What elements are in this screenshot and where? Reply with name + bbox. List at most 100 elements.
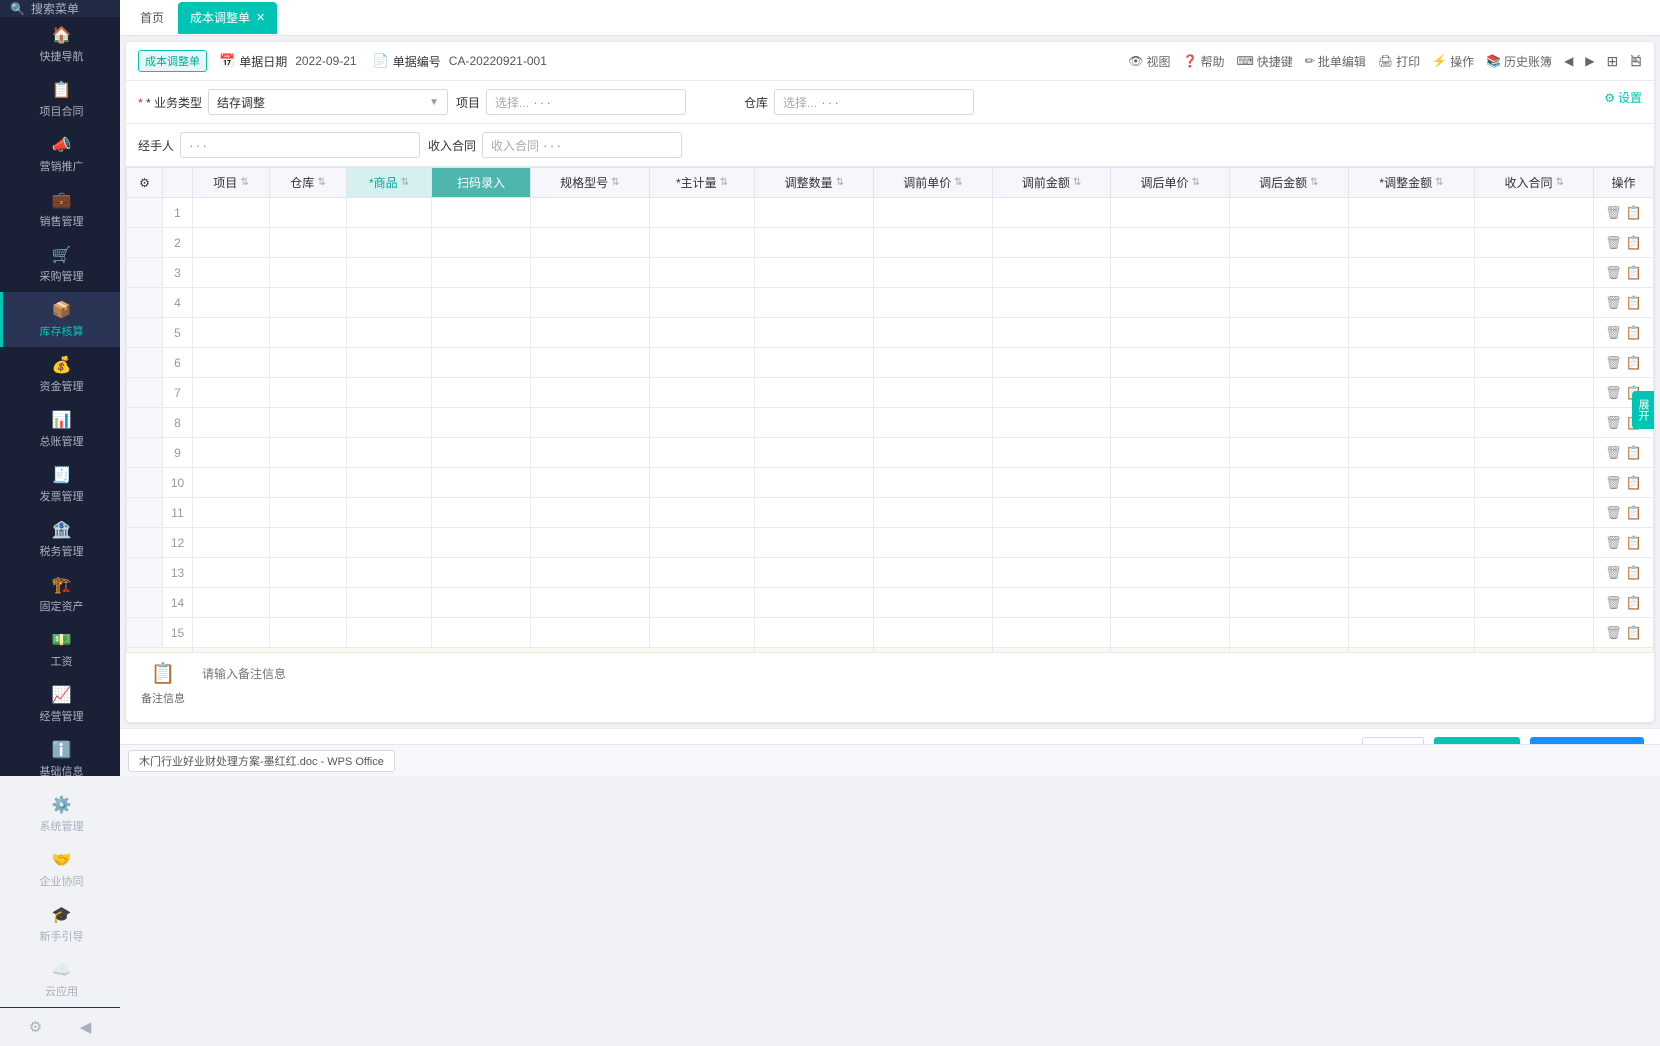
row-settings-13[interactable] bbox=[127, 558, 163, 588]
row-adj-amount-5[interactable] bbox=[1348, 318, 1475, 348]
row-adj-qty-3[interactable] bbox=[755, 258, 874, 288]
project-input[interactable]: 选择... ··· bbox=[486, 89, 686, 115]
row-spec-7[interactable] bbox=[530, 378, 649, 408]
row-warehouse-2[interactable] bbox=[270, 228, 347, 258]
row-after-unit-7[interactable] bbox=[1111, 378, 1230, 408]
row-delete-12[interactable]: 🗑 bbox=[1605, 535, 1622, 551]
row-after-unit-5[interactable] bbox=[1111, 318, 1230, 348]
sidebar-item-ops-mgmt[interactable]: 📈经营管理 bbox=[0, 677, 120, 732]
row-after-amount-14[interactable] bbox=[1229, 588, 1348, 618]
row-project-4[interactable] bbox=[193, 288, 270, 318]
row-income-13[interactable] bbox=[1475, 558, 1594, 588]
row-unit-7[interactable] bbox=[649, 378, 755, 408]
row-settings-1[interactable] bbox=[127, 198, 163, 228]
row-warehouse-15[interactable] bbox=[270, 618, 347, 648]
row-after-unit-4[interactable] bbox=[1111, 288, 1230, 318]
row-settings-11[interactable] bbox=[127, 498, 163, 528]
row-before-amount-3[interactable] bbox=[992, 258, 1111, 288]
row-delete-13[interactable]: 🗑 bbox=[1605, 565, 1622, 581]
row-adj-amount-14[interactable] bbox=[1348, 588, 1475, 618]
sort-before-unit[interactable]: ⇅ bbox=[954, 177, 962, 188]
row-after-unit-10[interactable] bbox=[1111, 468, 1230, 498]
expand-view[interactable]: ⊞ bbox=[1607, 53, 1619, 70]
row-scan-3[interactable] bbox=[432, 258, 531, 288]
row-before-unit-11[interactable] bbox=[874, 498, 993, 528]
row-copy-11[interactable]: 📋 bbox=[1626, 505, 1642, 521]
row-copy-5[interactable]: 📋 bbox=[1626, 325, 1642, 341]
row-project-12[interactable] bbox=[193, 528, 270, 558]
row-after-amount-3[interactable] bbox=[1229, 258, 1348, 288]
row-adj-amount-12[interactable] bbox=[1348, 528, 1475, 558]
row-after-amount-1[interactable] bbox=[1229, 198, 1348, 228]
row-delete-14[interactable]: 🗑 bbox=[1605, 595, 1622, 611]
row-adj-qty-1[interactable] bbox=[755, 198, 874, 228]
row-adj-qty-2[interactable] bbox=[755, 228, 874, 258]
row-scan-10[interactable] bbox=[432, 468, 531, 498]
row-delete-9[interactable]: 🗑 bbox=[1605, 445, 1622, 461]
row-adj-amount-11[interactable] bbox=[1348, 498, 1475, 528]
row-project-7[interactable] bbox=[193, 378, 270, 408]
sort-income[interactable]: ⇅ bbox=[1555, 177, 1563, 188]
row-settings-15[interactable] bbox=[127, 618, 163, 648]
row-copy-2[interactable]: 📋 bbox=[1626, 235, 1642, 251]
row-project-6[interactable] bbox=[193, 348, 270, 378]
row-delete-4[interactable]: 🗑 bbox=[1605, 295, 1622, 311]
row-before-amount-5[interactable] bbox=[992, 318, 1111, 348]
row-copy-9[interactable]: 📋 bbox=[1626, 445, 1642, 461]
row-goods-14[interactable] bbox=[347, 588, 432, 618]
col-spec[interactable]: 规格型号 ⇅ bbox=[530, 168, 649, 198]
row-project-8[interactable] bbox=[193, 408, 270, 438]
row-spec-12[interactable] bbox=[530, 528, 649, 558]
row-adj-amount-10[interactable] bbox=[1348, 468, 1475, 498]
col-adj-amount[interactable]: *调整金额 ⇅ bbox=[1348, 168, 1475, 198]
settings-icon[interactable]: ⚙ bbox=[29, 1018, 42, 1036]
row-income-5[interactable] bbox=[1475, 318, 1594, 348]
row-before-unit-2[interactable] bbox=[874, 228, 993, 258]
row-before-amount-4[interactable] bbox=[992, 288, 1111, 318]
row-project-2[interactable] bbox=[193, 228, 270, 258]
row-spec-4[interactable] bbox=[530, 288, 649, 318]
row-before-amount-10[interactable] bbox=[992, 468, 1111, 498]
row-income-9[interactable] bbox=[1475, 438, 1594, 468]
row-before-unit-14[interactable] bbox=[874, 588, 993, 618]
row-delete-11[interactable]: 🗑 bbox=[1605, 505, 1622, 521]
row-copy-15[interactable]: 📋 bbox=[1626, 625, 1642, 641]
sort-adj-amount[interactable]: ⇅ bbox=[1435, 177, 1443, 188]
row-unit-1[interactable] bbox=[649, 198, 755, 228]
row-unit-14[interactable] bbox=[649, 588, 755, 618]
taskbar-item-wps[interactable]: 木门行业好业财处理方案-墨红红.doc - WPS Office bbox=[128, 750, 395, 772]
row-scan-6[interactable] bbox=[432, 348, 531, 378]
row-copy-3[interactable]: 📋 bbox=[1626, 265, 1642, 281]
row-project-3[interactable] bbox=[193, 258, 270, 288]
sort-warehouse[interactable]: ⇅ bbox=[317, 177, 325, 188]
row-after-amount-4[interactable] bbox=[1229, 288, 1348, 318]
row-adj-amount-4[interactable] bbox=[1348, 288, 1475, 318]
row-project-9[interactable] bbox=[193, 438, 270, 468]
row-after-unit-1[interactable] bbox=[1111, 198, 1230, 228]
row-goods-9[interactable] bbox=[347, 438, 432, 468]
row-spec-5[interactable] bbox=[530, 318, 649, 348]
operate-action[interactable]: ⚡ 操作 bbox=[1432, 53, 1474, 70]
row-settings-14[interactable] bbox=[127, 588, 163, 618]
col-goods[interactable]: *商品 ⇅ bbox=[347, 168, 432, 198]
row-unit-4[interactable] bbox=[649, 288, 755, 318]
row-copy-12[interactable]: 📋 bbox=[1626, 535, 1642, 551]
row-delete-6[interactable]: 🗑 bbox=[1605, 355, 1622, 371]
row-settings-9[interactable] bbox=[127, 438, 163, 468]
row-adj-amount-1[interactable] bbox=[1348, 198, 1475, 228]
row-after-amount-6[interactable] bbox=[1229, 348, 1348, 378]
row-goods-12[interactable] bbox=[347, 528, 432, 558]
row-goods-10[interactable] bbox=[347, 468, 432, 498]
row-after-unit-3[interactable] bbox=[1111, 258, 1230, 288]
sidebar-item-inventory-calc[interactable]: 📦库存核算 bbox=[0, 292, 120, 347]
row-delete-1[interactable]: 🗑 bbox=[1605, 205, 1622, 221]
row-before-unit-5[interactable] bbox=[874, 318, 993, 348]
sidebar-item-quick-nav[interactable]: 🏠快捷导航 bbox=[0, 17, 120, 72]
row-after-amount-8[interactable] bbox=[1229, 408, 1348, 438]
row-before-amount-7[interactable] bbox=[992, 378, 1111, 408]
row-settings-3[interactable] bbox=[127, 258, 163, 288]
nav-next[interactable]: ▶ bbox=[1585, 54, 1594, 68]
row-goods-2[interactable] bbox=[347, 228, 432, 258]
row-warehouse-4[interactable] bbox=[270, 288, 347, 318]
row-before-unit-3[interactable] bbox=[874, 258, 993, 288]
